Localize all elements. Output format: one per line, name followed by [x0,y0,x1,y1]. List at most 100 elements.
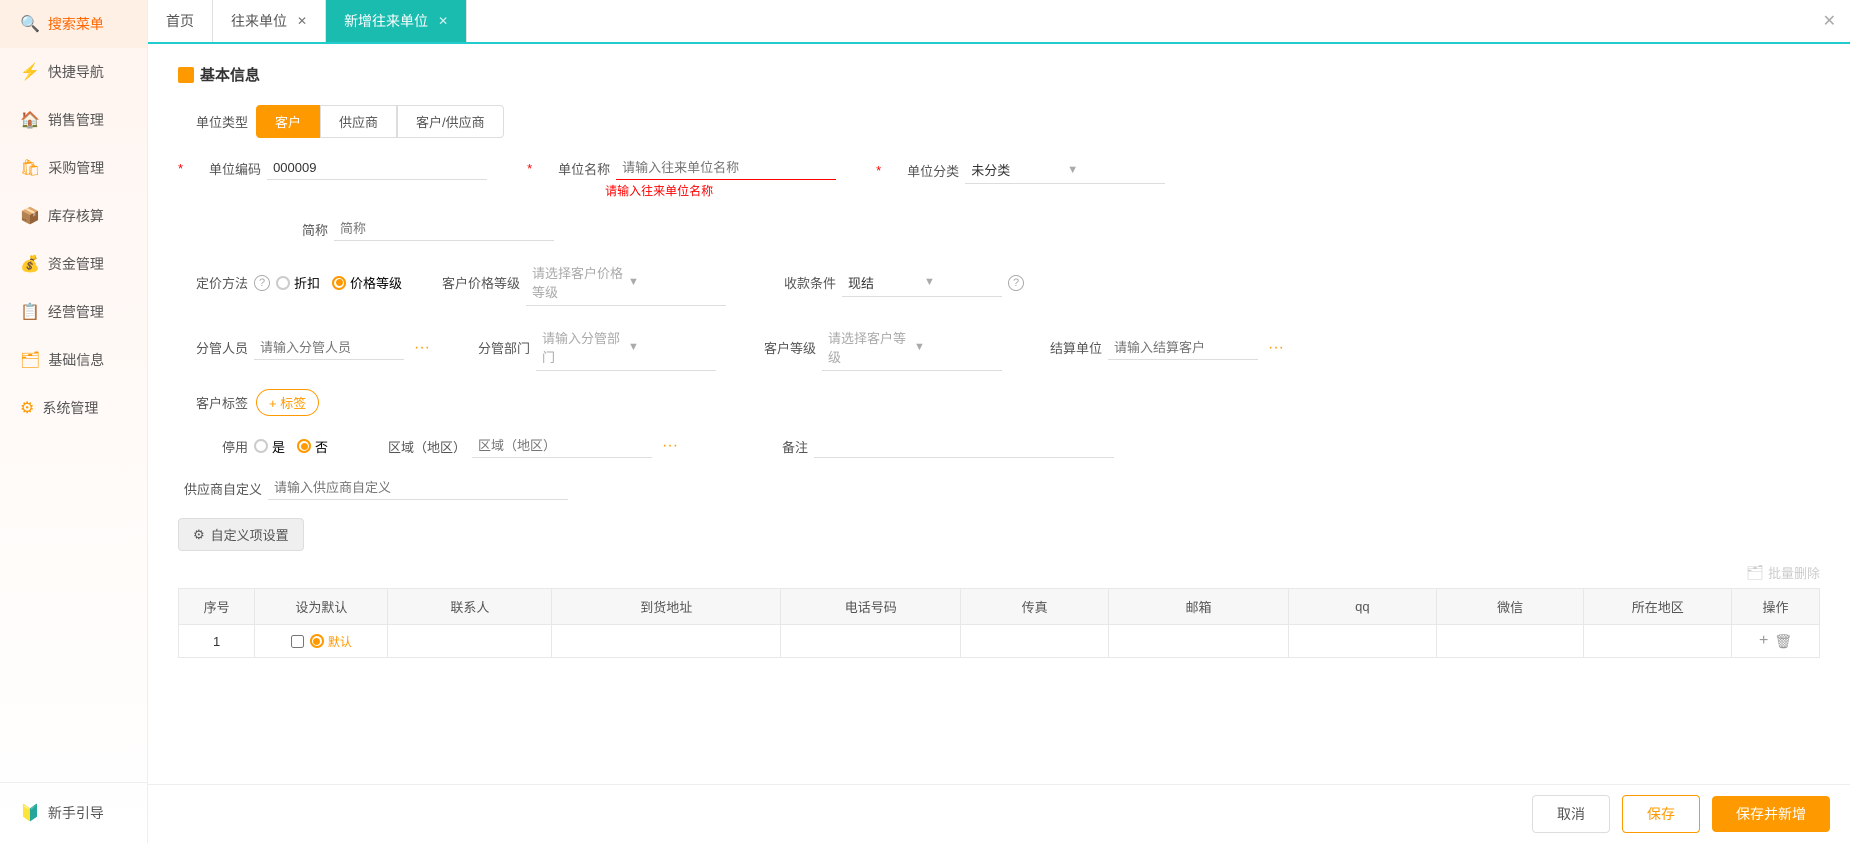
location-input[interactable] [1623,634,1693,649]
manager-input[interactable] [254,336,404,360]
sidebar-item-quick-nav[interactable]: ⚡ 快捷导航 [0,48,147,96]
add-row-btn[interactable]: + [1759,632,1768,650]
cell-address[interactable] [552,625,781,658]
delete-row-btn[interactable]: 🗑 [1774,633,1792,650]
disabled-yes-radio[interactable]: 是 [254,437,285,456]
unit-category-dropdown[interactable]: 未分类 ▼ [965,156,1165,184]
unit-info-row: * 单位编码 * 单位名称 请输入往来单位名称 * 单位分类 未分类 ▼ [178,156,1820,199]
unit-type-customer-btn[interactable]: 客户 [256,105,320,138]
unit-type-label: 单位类型 [178,112,248,131]
sidebar-item-search[interactable]: 🔍 搜索菜单 [0,0,147,48]
region-input[interactable] [472,434,652,458]
col-contact: 联系人 [388,589,552,625]
region-label: 区域（地区） [388,437,466,456]
unit-name-input[interactable] [616,156,836,180]
cell-qq[interactable] [1289,625,1437,658]
close-all-tabs[interactable]: ✕ [1809,0,1850,42]
col-phone: 电话号码 [781,589,961,625]
short-name-label: 简称 [258,220,328,239]
customer-tag-label: 客户标签 [178,393,248,412]
sidebar-bottom: 🔰 新手引导 [0,782,147,843]
pricing-discount-radio[interactable]: 折扣 [276,273,320,292]
col-seq: 序号 [179,589,255,625]
tab-transactions-close[interactable]: ✕ [297,14,307,28]
manager-row: 分管人员 ··· 分管部门 请输入分管部门 ▼ 客户等级 请选择客户等级 ▼ [178,324,1820,371]
address-input[interactable] [606,634,726,649]
cell-contact[interactable] [388,625,552,658]
cell-location[interactable] [1584,625,1732,658]
short-name-input[interactable] [334,217,554,241]
tab-home[interactable]: 首页 [148,0,213,42]
add-tag-button[interactable]: + 标签 [256,389,319,416]
cell-wechat[interactable] [1436,625,1584,658]
sidebar-item-basic-info[interactable]: 🗂 基础信息 [0,336,147,384]
gear-icon: ⚙ [193,527,205,543]
sidebar-item-finance[interactable]: 💰 资金管理 [0,240,147,288]
pricing-level-circle [332,276,346,290]
pricing-row: 定价方法 ? 折扣 价格等级 客户价格等级 请选择客户价格等级 [178,259,1820,306]
disabled-no-radio[interactable]: 否 [297,437,328,456]
settlement-unit-label: 结算单位 [1032,338,1102,357]
customer-level-arrow: ▼ [914,341,996,353]
save-new-button[interactable]: 保存并新增 [1712,796,1830,832]
basic-info-icon: 🗂 [20,350,40,370]
pricing-method-radio-group: 折扣 价格等级 [276,273,402,292]
unit-name-label: 单位名称 [540,159,610,178]
pricing-method-help-icon[interactable]: ? [254,275,270,291]
remark-label: 备注 [738,437,808,456]
remark-input[interactable] [814,434,1114,458]
settlement-unit-more-btn[interactable]: ··· [1268,339,1284,357]
cell-seq: 1 [179,625,255,658]
col-location: 所在地区 [1584,589,1732,625]
inventory-icon: 📦 [20,206,40,226]
contact-input[interactable] [430,634,510,649]
payment-terms-help-icon[interactable]: ? [1008,275,1024,291]
payment-terms-dropdown[interactable]: 现结 ▼ [842,269,1002,297]
email-input[interactable] [1154,634,1244,649]
cell-email[interactable] [1108,625,1288,658]
default-radio[interactable]: 默认 [310,633,352,650]
unit-category-label: 单位分类 [889,161,959,180]
sidebar-item-operations[interactable]: 📋 经营管理 [0,288,147,336]
cell-fax[interactable] [961,625,1109,658]
pricing-discount-circle [276,276,290,290]
sidebar-item-system[interactable]: ⚙ 系统管理 [0,384,147,432]
tab-new-transaction[interactable]: 新增往来单位 ✕ [326,0,467,42]
pricing-level-radio[interactable]: 价格等级 [332,273,402,292]
fax-input[interactable] [1000,634,1070,649]
row-checkbox[interactable] [291,635,304,648]
manager-more-btn[interactable]: ··· [414,339,430,357]
supplier-custom-input[interactable] [268,476,568,500]
save-button[interactable]: 保存 [1622,795,1700,833]
department-dropdown[interactable]: 请输入分管部门 ▼ [536,324,716,371]
tab-new-transaction-close[interactable]: ✕ [438,14,448,28]
customer-level-label: 客户等级 [746,338,816,357]
cancel-button[interactable]: 取消 [1532,795,1610,833]
sidebar-item-inventory[interactable]: 📦 库存核算 [0,192,147,240]
col-address: 到货地址 [552,589,781,625]
sidebar: 🔍 搜索菜单 ⚡ 快捷导航 🏠 销售管理 🛍 采购管理 📦 库存核算 💰 资金管… [0,0,148,843]
col-email: 邮箱 [1108,589,1288,625]
unit-code-input[interactable] [267,156,487,180]
col-fax: 传真 [961,589,1109,625]
qq-input[interactable] [1327,634,1397,649]
sidebar-item-guide[interactable]: 🔰 新手引导 [0,793,147,833]
phone-input[interactable] [826,634,916,649]
department-placeholder: 请输入分管部门 [542,328,624,366]
sidebar-item-purchase[interactable]: 🛍 采购管理 [0,144,147,192]
custom-settings-button[interactable]: ⚙ 自定义项设置 [178,518,304,551]
contacts-table: 序号 设为默认 联系人 到货地址 电话号码 传真 邮箱 qq 微信 所在地区 操… [178,588,1820,658]
guide-icon: 🔰 [20,803,40,823]
tab-transactions[interactable]: 往来单位 ✕ [213,0,326,42]
unit-type-both-btn[interactable]: 客户/供应商 [397,105,504,138]
batch-delete-label[interactable]: 批量删除 [1768,563,1820,582]
wechat-input[interactable] [1475,634,1545,649]
operations-icon: 📋 [20,302,40,322]
customer-level-dropdown[interactable]: 请选择客户等级 ▼ [822,324,1002,371]
unit-type-supplier-btn[interactable]: 供应商 [320,105,397,138]
customer-price-level-dropdown[interactable]: 请选择客户价格等级 ▼ [526,259,726,306]
settlement-unit-input[interactable] [1108,336,1258,360]
sidebar-item-sales[interactable]: 🏠 销售管理 [0,96,147,144]
cell-phone[interactable] [781,625,961,658]
region-more-btn[interactable]: ··· [662,437,678,455]
